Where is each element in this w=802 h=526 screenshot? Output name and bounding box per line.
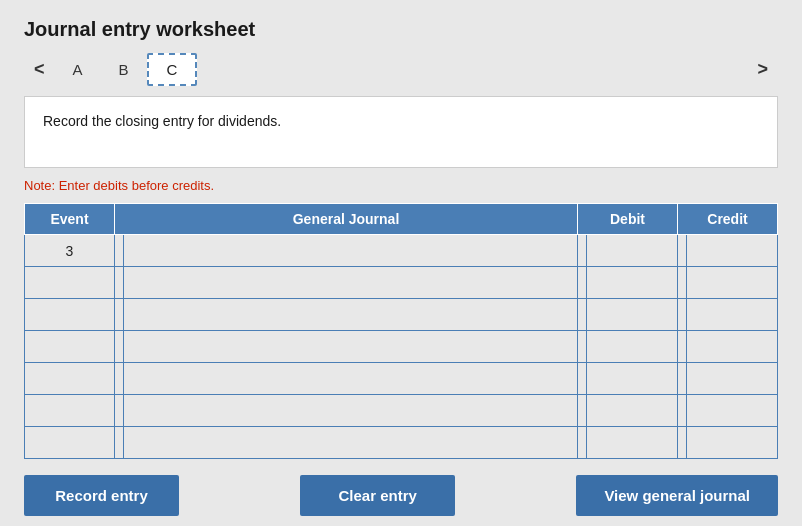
table-row <box>25 331 778 363</box>
header-debit: Debit <box>578 204 678 235</box>
credit-cell-3[interactable] <box>678 331 778 363</box>
table-row <box>25 299 778 331</box>
header-credit: Credit <box>678 204 778 235</box>
debit-cell-3[interactable] <box>578 331 678 363</box>
view-general-journal-button[interactable]: View general journal <box>576 475 778 516</box>
credit-cell-0[interactable] <box>678 235 778 267</box>
debit-input-1[interactable] <box>578 267 677 298</box>
journal-input-5[interactable] <box>115 395 577 426</box>
debit-cell-5[interactable] <box>578 395 678 427</box>
credit-cell-6[interactable] <box>678 427 778 459</box>
credit-input-0[interactable] <box>678 235 777 266</box>
journal-cell-1[interactable] <box>115 267 578 299</box>
tabs-row: < A B C > <box>24 53 778 86</box>
table-row <box>25 363 778 395</box>
journal-cell-4[interactable] <box>115 363 578 395</box>
journal-cell-3[interactable] <box>115 331 578 363</box>
table-row <box>25 267 778 299</box>
journal-cell-5[interactable] <box>115 395 578 427</box>
credit-input-2[interactable] <box>678 299 777 330</box>
event-cell-6 <box>25 427 115 459</box>
event-cell-0: 3 <box>25 235 115 267</box>
journal-input-1[interactable] <box>115 267 577 298</box>
tab-b[interactable]: B <box>101 55 147 84</box>
debit-input-0[interactable] <box>578 235 677 266</box>
journal-input-4[interactable] <box>115 363 577 394</box>
debit-cell-1[interactable] <box>578 267 678 299</box>
header-event: Event <box>25 204 115 235</box>
page-title: Journal entry worksheet <box>24 18 778 41</box>
note-text: Note: Enter debits before credits. <box>24 178 778 193</box>
credit-cell-2[interactable] <box>678 299 778 331</box>
tab-c[interactable]: C <box>147 53 198 86</box>
journal-input-2[interactable] <box>115 299 577 330</box>
debit-input-2[interactable] <box>578 299 677 330</box>
event-cell-2 <box>25 299 115 331</box>
credit-cell-4[interactable] <box>678 363 778 395</box>
journal-cell-0[interactable] <box>115 235 578 267</box>
clear-entry-button[interactable]: Clear entry <box>300 475 455 516</box>
event-cell-4 <box>25 363 115 395</box>
event-cell-3 <box>25 331 115 363</box>
table-row <box>25 395 778 427</box>
debit-cell-4[interactable] <box>578 363 678 395</box>
journal-cell-2[interactable] <box>115 299 578 331</box>
journal-table: Event General Journal Debit Credit 3 <box>24 203 778 459</box>
header-journal: General Journal <box>115 204 578 235</box>
debit-cell-6[interactable] <box>578 427 678 459</box>
credit-cell-5[interactable] <box>678 395 778 427</box>
debit-input-3[interactable] <box>578 331 677 362</box>
journal-input-0[interactable] <box>115 235 577 266</box>
debit-input-5[interactable] <box>578 395 677 426</box>
journal-input-6[interactable] <box>115 427 577 458</box>
credit-input-4[interactable] <box>678 363 777 394</box>
debit-cell-2[interactable] <box>578 299 678 331</box>
credit-input-1[interactable] <box>678 267 777 298</box>
debit-input-4[interactable] <box>578 363 677 394</box>
journal-cell-6[interactable] <box>115 427 578 459</box>
credit-input-6[interactable] <box>678 427 777 458</box>
tab-a[interactable]: A <box>55 55 101 84</box>
instruction-text: Record the closing entry for dividends. <box>43 113 281 129</box>
record-entry-button[interactable]: Record entry <box>24 475 179 516</box>
debit-input-6[interactable] <box>578 427 677 458</box>
next-arrow[interactable]: > <box>747 55 778 84</box>
table-row <box>25 427 778 459</box>
event-cell-5 <box>25 395 115 427</box>
credit-cell-1[interactable] <box>678 267 778 299</box>
buttons-row: Record entry Clear entry View general jo… <box>24 475 778 516</box>
instruction-box: Record the closing entry for dividends. <box>24 96 778 168</box>
main-container: Journal entry worksheet < A B C > Record… <box>0 0 802 526</box>
debit-cell-0[interactable] <box>578 235 678 267</box>
prev-arrow[interactable]: < <box>24 55 55 84</box>
credit-input-3[interactable] <box>678 331 777 362</box>
table-row: 3 <box>25 235 778 267</box>
event-cell-1 <box>25 267 115 299</box>
credit-input-5[interactable] <box>678 395 777 426</box>
journal-input-3[interactable] <box>115 331 577 362</box>
